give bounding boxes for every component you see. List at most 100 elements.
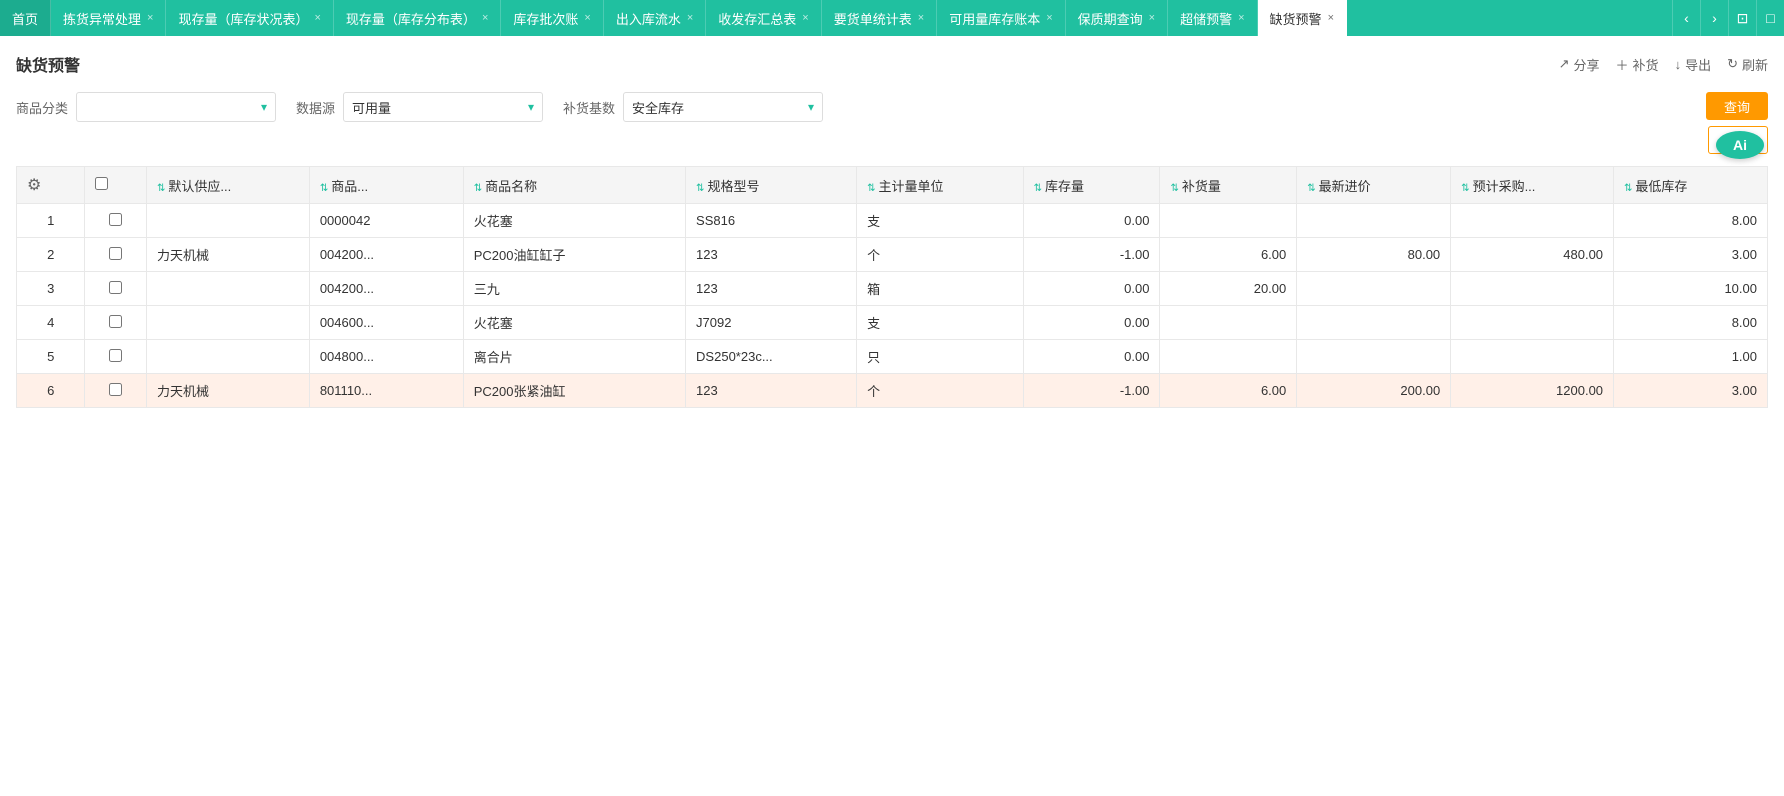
row-check-2[interactable] (85, 272, 147, 306)
tab-item-6[interactable]: 收发存汇总表× (706, 0, 821, 36)
tab-item-3[interactable]: 现存量（库存分布表）× (334, 0, 501, 36)
col-stock-header: ⇅库存量 (1023, 167, 1160, 204)
tab-item-11[interactable]: 缺货预警× (1258, 0, 1347, 36)
col-unit-header: ⇅主计量单位 (857, 167, 1024, 204)
window-restore-btn[interactable]: ⊡ (1728, 0, 1756, 36)
share-button[interactable]: ↗ 分享 (1559, 55, 1600, 74)
replenish-filter: 补货基数 安全库存 ▾ (563, 92, 823, 122)
row-checkbox-2[interactable] (109, 281, 122, 294)
row-checkbox-0[interactable] (109, 213, 122, 226)
tab-item-9[interactable]: 保质期查询× (1066, 0, 1168, 36)
replenish-button[interactable]: ＋ 补货 (1616, 55, 1659, 74)
row-checkbox-1[interactable] (109, 247, 122, 260)
tab-nav-buttons: ‹ › ⊡ □ (1672, 0, 1784, 36)
row-replenish-5: 6.00 (1160, 374, 1297, 408)
replenish-select[interactable]: 安全库存 ▾ (623, 92, 823, 122)
row-minstock-4: 1.00 (1614, 340, 1768, 374)
tab-item-10[interactable]: 超储预警× (1168, 0, 1257, 36)
tab-close-11[interactable]: × (1328, 12, 1334, 24)
row-checkbox-5[interactable] (109, 383, 122, 396)
tab-item-5[interactable]: 出入库流水× (604, 0, 706, 36)
table-settings-icon[interactable]: ⚙ (27, 177, 41, 194)
tab-item-1[interactable]: 拣货异常处理× (51, 0, 166, 36)
col-settings-header: ⚙ (17, 167, 85, 204)
row-check-4[interactable] (85, 340, 147, 374)
tab-close-4[interactable]: × (584, 12, 590, 24)
tab-item-8[interactable]: 可用量库存账本× (937, 0, 1065, 36)
row-unit-2: 箱 (857, 272, 1024, 306)
query-button[interactable]: 查询 (1706, 92, 1768, 120)
row-purchase-3 (1451, 306, 1614, 340)
category-dropdown-icon: ▾ (261, 100, 267, 114)
tab-item-4[interactable]: 库存批次账× (501, 0, 603, 36)
row-replenish-1: 6.00 (1160, 238, 1297, 272)
row-stock-4: 0.00 (1023, 340, 1160, 374)
replenish-label: 补货基数 (563, 98, 615, 117)
ai-badge[interactable]: Ai (1716, 131, 1764, 159)
row-supplier-4 (146, 340, 309, 374)
row-purchase-5: 1200.00 (1451, 374, 1614, 408)
row-supplier-0 (146, 204, 309, 238)
row-purchase-0 (1451, 204, 1614, 238)
row-checkbox-3[interactable] (109, 315, 122, 328)
tab-item-0[interactable]: 首页 (0, 0, 51, 36)
data-table: ⚙ ⇅默认供应... ⇅商品... ⇅商品名称 ⇅规格型号 ⇅主计量单位 ⇅库存… (16, 166, 1768, 408)
row-num-1: 2 (17, 238, 85, 272)
row-supplier-2 (146, 272, 309, 306)
row-code-1: 004200... (309, 238, 463, 272)
row-checkbox-4[interactable] (109, 349, 122, 362)
tab-close-7[interactable]: × (918, 12, 924, 24)
row-stock-3: 0.00 (1023, 306, 1160, 340)
tab-item-2[interactable]: 现存量（库存状况表）× (166, 0, 333, 36)
export-button[interactable]: ↓ 导出 (1675, 55, 1712, 74)
row-price-4 (1297, 340, 1451, 374)
tab-next-btn[interactable]: › (1700, 0, 1728, 36)
tab-bar: 首页拣货异常处理×现存量（库存状况表）×现存量（库存分布表）×库存批次账×出入库… (0, 0, 1784, 36)
tab-close-9[interactable]: × (1149, 12, 1155, 24)
row-purchase-4 (1451, 340, 1614, 374)
tab-close-8[interactable]: × (1046, 12, 1052, 24)
tab-close-1[interactable]: × (147, 12, 153, 24)
row-spec-3: J7092 (686, 306, 857, 340)
row-code-0: 0000042 (309, 204, 463, 238)
row-purchase-2 (1451, 272, 1614, 306)
row-check-3[interactable] (85, 306, 147, 340)
category-filter: 商品分类 ▾ (16, 92, 276, 122)
category-label: 商品分类 (16, 98, 68, 117)
row-name-5: PC200张紧油缸 (463, 374, 685, 408)
row-check-1[interactable] (85, 238, 147, 272)
datasource-select[interactable]: 可用量 ▾ (343, 92, 543, 122)
datasource-label: 数据源 (296, 98, 335, 117)
row-check-5[interactable] (85, 374, 147, 408)
col-check-header (85, 167, 147, 204)
window-maximize-btn[interactable]: □ (1756, 0, 1784, 36)
row-stock-1: -1.00 (1023, 238, 1160, 272)
refresh-button[interactable]: ↻ 刷新 (1727, 55, 1768, 74)
row-check-0[interactable] (85, 204, 147, 238)
row-num-4: 5 (17, 340, 85, 374)
tab-item-7[interactable]: 要货单统计表× (822, 0, 937, 36)
tab-close-6[interactable]: × (802, 12, 808, 24)
row-name-1: PC200油缸缸子 (463, 238, 685, 272)
tab-prev-btn[interactable]: ‹ (1672, 0, 1700, 36)
row-stock-5: -1.00 (1023, 374, 1160, 408)
tab-close-2[interactable]: × (314, 12, 320, 24)
row-spec-4: DS250*23c... (686, 340, 857, 374)
row-unit-4: 只 (857, 340, 1024, 374)
row-unit-5: 个 (857, 374, 1024, 408)
col-name-header: ⇅商品名称 (463, 167, 685, 204)
replenish-dropdown-icon: ▾ (808, 100, 814, 114)
tab-close-3[interactable]: × (482, 12, 488, 24)
tab-close-5[interactable]: × (687, 12, 693, 24)
select-all-checkbox[interactable] (95, 177, 108, 190)
tab-close-10[interactable]: × (1238, 12, 1244, 24)
datasource-filter: 数据源 可用量 ▾ (296, 92, 543, 122)
category-select[interactable]: ▾ (76, 92, 276, 122)
row-minstock-1: 3.00 (1614, 238, 1768, 272)
row-unit-3: 支 (857, 306, 1024, 340)
replenish-value: 安全库存 (632, 98, 808, 117)
row-supplier-5: 力天机械 (146, 374, 309, 408)
page-title: 缺货预警 (16, 52, 1559, 76)
row-replenish-2: 20.00 (1160, 272, 1297, 306)
row-spec-1: 123 (686, 238, 857, 272)
